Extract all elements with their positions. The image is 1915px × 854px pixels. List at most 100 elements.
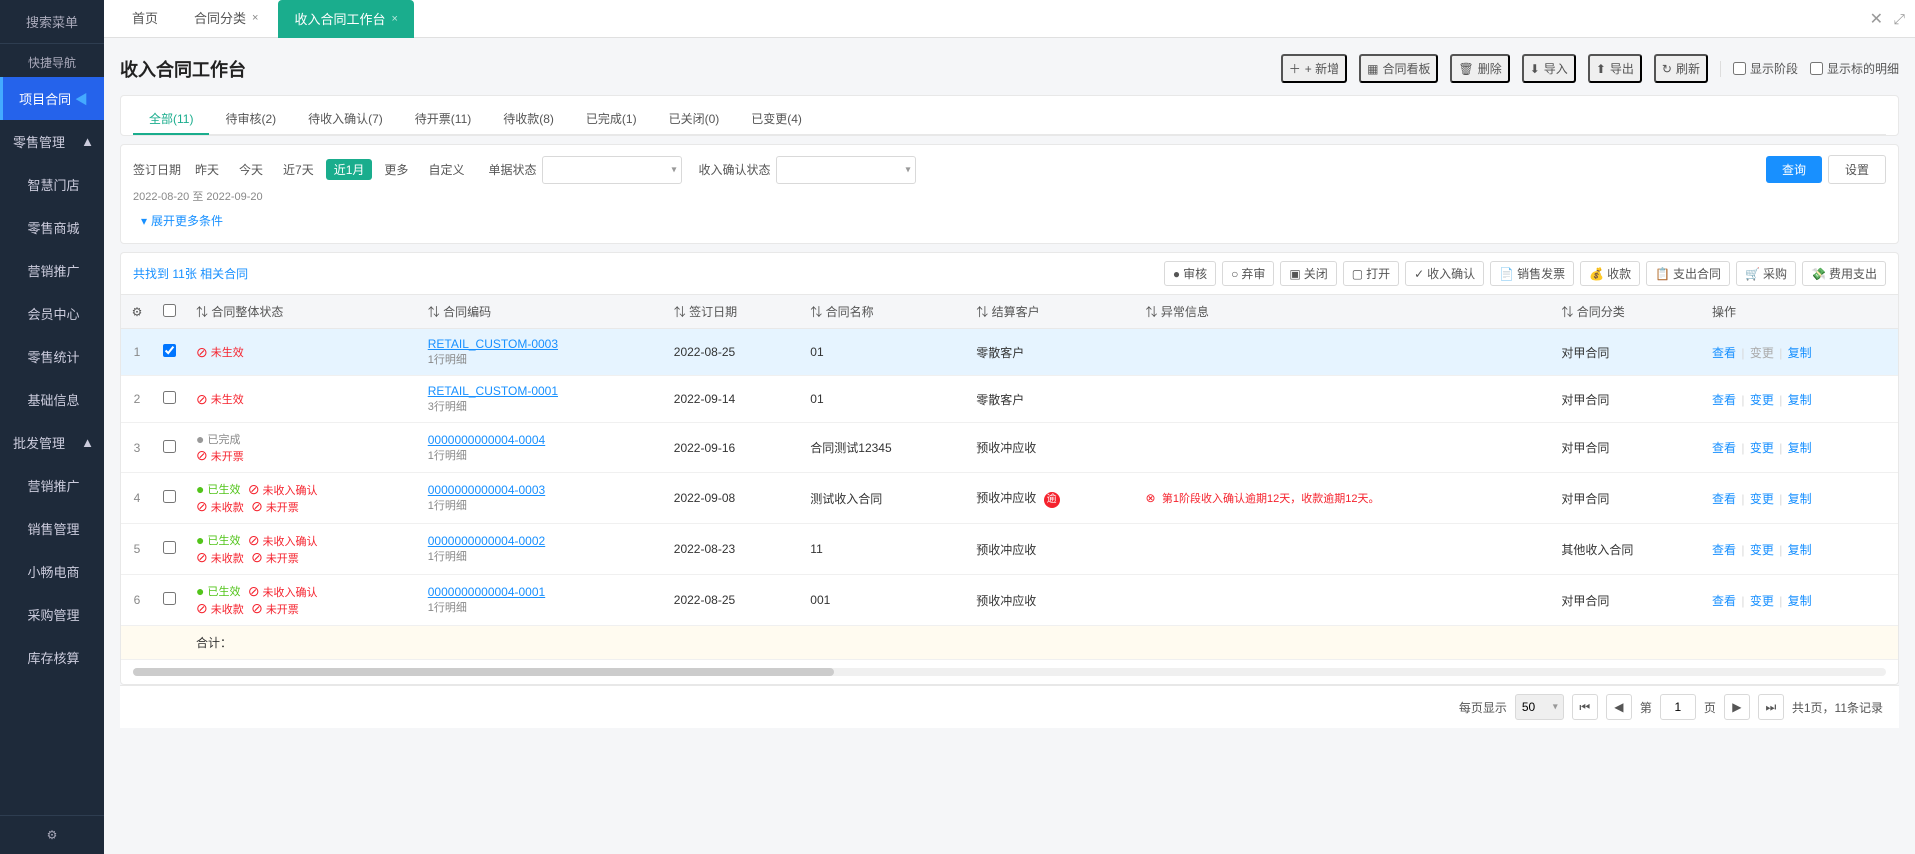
row-select-checkbox[interactable] <box>163 541 176 554</box>
open-contract-button[interactable]: ▢ 打开 <box>1343 261 1399 286</box>
settings-icon[interactable]: ⚙ <box>132 305 143 319</box>
expense-out-button[interactable]: 💸 费用支出 <box>1802 261 1886 286</box>
filter-tab-pending-review[interactable]: 待审核(2) <box>209 104 292 135</box>
income-confirm-button[interactable]: ✓ 收入确认 <box>1405 261 1484 286</box>
date-btn-custom[interactable]: 自定义 <box>420 159 472 180</box>
copy-btn[interactable]: 复制 <box>1788 594 1812 608</box>
tab-contract-cat-close[interactable]: × <box>252 12 258 24</box>
view-btn[interactable]: 查看 <box>1712 594 1736 608</box>
sales-invoice-button[interactable]: 📄 销售发票 <box>1490 261 1574 286</box>
sidebar-item-project[interactable]: 项目合同 ◀ <box>0 77 104 120</box>
select-all-checkbox[interactable] <box>163 304 176 317</box>
show-detail-input[interactable] <box>1810 62 1823 75</box>
view-btn[interactable]: 查看 <box>1712 393 1736 407</box>
sidebar-item-marketing2[interactable]: 营销推广 <box>0 464 104 507</box>
sidebar-quicknav[interactable]: 快捷导航 <box>0 44 104 77</box>
export-button[interactable]: ⬆ 导出 <box>1588 54 1642 83</box>
filter-tab-changed[interactable]: 已变更(4) <box>735 104 818 135</box>
sidebar-item-purchase[interactable]: 采购管理 <box>0 593 104 636</box>
setting-button[interactable]: 设置 <box>1828 155 1886 184</box>
show-detail-checkbox[interactable]: 显示标的明细 <box>1810 60 1899 77</box>
sidebar-item-inventory[interactable]: 库存核算 <box>0 636 104 679</box>
row-select-checkbox[interactable] <box>163 344 176 357</box>
filter-tab-closed[interactable]: 已关闭(0) <box>653 104 736 135</box>
row-select-checkbox[interactable] <box>163 391 176 404</box>
horizontal-scrollbar[interactable] <box>121 660 1898 684</box>
filter-tab-pending-confirm[interactable]: 待收入确认(7) <box>292 104 399 135</box>
edit-btn[interactable]: 变更 <box>1750 441 1774 455</box>
import-button[interactable]: ⬇ 导入 <box>1522 54 1576 83</box>
copy-btn[interactable]: 复制 <box>1788 346 1812 360</box>
contract-code-link[interactable]: 0000000000004-0001 <box>428 585 545 599</box>
row-select-checkbox[interactable] <box>163 490 176 503</box>
expand-btn[interactable]: ▾ 展开更多条件 <box>133 208 1886 233</box>
view-btn[interactable]: 查看 <box>1712 492 1736 506</box>
search-button[interactable]: 查询 <box>1766 156 1822 183</box>
tab-income-contract-close[interactable]: × <box>391 13 397 25</box>
sidebar-item-sales[interactable]: 销售管理 <box>0 507 104 550</box>
tab-contract-cat[interactable]: 合同分类 × <box>178 0 274 38</box>
view-btn[interactable]: 查看 <box>1712 441 1736 455</box>
date-btn-today[interactable]: 今天 <box>231 159 271 180</box>
edit-btn[interactable]: 变更 <box>1750 393 1774 407</box>
sidebar-item-retail-mall[interactable]: 零售商城 <box>0 206 104 249</box>
sidebar-item-retail-mgmt[interactable]: 零售管理 ▲ <box>0 120 104 163</box>
sidebar-item-basic-info[interactable]: 基础信息 <box>0 378 104 421</box>
window-resize-icon[interactable]: ⤢ <box>1894 10 1905 27</box>
contract-code-link[interactable]: 0000000000004-0004 <box>428 433 545 447</box>
view-btn[interactable]: 查看 <box>1712 346 1736 360</box>
edit-btn[interactable]: 变更 <box>1750 543 1774 557</box>
prev-page-btn[interactable]: ◀ <box>1606 694 1632 720</box>
contract-code-link[interactable]: 0000000000004-0003 <box>428 483 545 497</box>
filter-tab-pending-payment[interactable]: 待收款(8) <box>487 104 570 135</box>
kanban-button[interactable]: ▦ 合同看板 <box>1359 54 1438 83</box>
contract-code-link[interactable]: RETAIL_CUSTOM-0003 <box>428 337 558 351</box>
payment-button[interactable]: 💰 收款 <box>1580 261 1640 286</box>
filter-tab-pending-invoice[interactable]: 待开票(11) <box>399 104 487 135</box>
copy-btn[interactable]: 复制 <box>1788 393 1812 407</box>
date-btn-more[interactable]: 更多 <box>376 159 416 180</box>
show-fields-checkbox[interactable]: 显示阶段 <box>1733 60 1798 77</box>
last-page-btn[interactable]: ⏭ <box>1758 694 1784 720</box>
delete-button[interactable]: 🗑 删除 <box>1450 54 1509 83</box>
contract-code-link[interactable]: 0000000000004-0002 <box>428 534 545 548</box>
expense-contract-button[interactable]: 📋 支出合同 <box>1646 261 1730 286</box>
sidebar-item-smart-store[interactable]: 智慧门店 <box>0 163 104 206</box>
filter-tab-all[interactable]: 全部(11) <box>133 104 209 135</box>
row-select-checkbox[interactable] <box>163 592 176 605</box>
page-size-select[interactable]: 10 20 50 100 <box>1515 694 1564 720</box>
first-page-btn[interactable]: ⏮ <box>1572 694 1598 720</box>
filter-tab-completed[interactable]: 已完成(1) <box>570 104 653 135</box>
row-select-checkbox[interactable] <box>163 440 176 453</box>
income-confirm-select[interactable] <box>776 156 916 184</box>
sidebar-item-member[interactable]: 会员中心 <box>0 292 104 335</box>
contract-code-link[interactable]: RETAIL_CUSTOM-0001 <box>428 384 558 398</box>
tab-home[interactable]: 首页 <box>116 0 174 38</box>
edit-btn[interactable]: 变更 <box>1750 346 1774 360</box>
show-fields-input[interactable] <box>1733 62 1746 75</box>
sidebar-search[interactable]: 搜索菜单 <box>0 0 104 44</box>
copy-btn[interactable]: 复制 <box>1788 543 1812 557</box>
date-btn-1month[interactable]: 近1月 <box>326 159 373 180</box>
review-button[interactable]: ● 审核 <box>1164 261 1216 286</box>
refresh-button[interactable]: ↻ 刷新 <box>1654 54 1708 83</box>
sidebar-item-marketing[interactable]: 营销推广 <box>0 249 104 292</box>
window-close-icon[interactable]: ✕ <box>1870 9 1883 29</box>
next-page-btn[interactable]: ▶ <box>1724 694 1750 720</box>
purchase-button[interactable]: 🛒 采购 <box>1736 261 1796 286</box>
page-number-input[interactable] <box>1660 694 1696 720</box>
date-btn-yesterday[interactable]: 昨天 <box>187 159 227 180</box>
cancel-review-button[interactable]: ○ 弃审 <box>1222 261 1274 286</box>
date-btn-7days[interactable]: 近7天 <box>275 159 322 180</box>
sidebar-settings[interactable]: ⚙ <box>0 815 104 854</box>
view-btn[interactable]: 查看 <box>1712 543 1736 557</box>
tab-income-contract[interactable]: 收入合同工作台 × <box>278 0 413 38</box>
edit-btn[interactable]: 变更 <box>1750 492 1774 506</box>
copy-btn[interactable]: 复制 <box>1788 492 1812 506</box>
copy-btn[interactable]: 复制 <box>1788 441 1812 455</box>
sidebar-item-ecommerce[interactable]: 小畅电商 <box>0 550 104 593</box>
new-button[interactable]: ＋ + 新增 <box>1281 54 1347 83</box>
edit-btn[interactable]: 变更 <box>1750 594 1774 608</box>
doc-status-select[interactable] <box>542 156 682 184</box>
close-contract-button[interactable]: ▣ 关闭 <box>1280 261 1336 286</box>
